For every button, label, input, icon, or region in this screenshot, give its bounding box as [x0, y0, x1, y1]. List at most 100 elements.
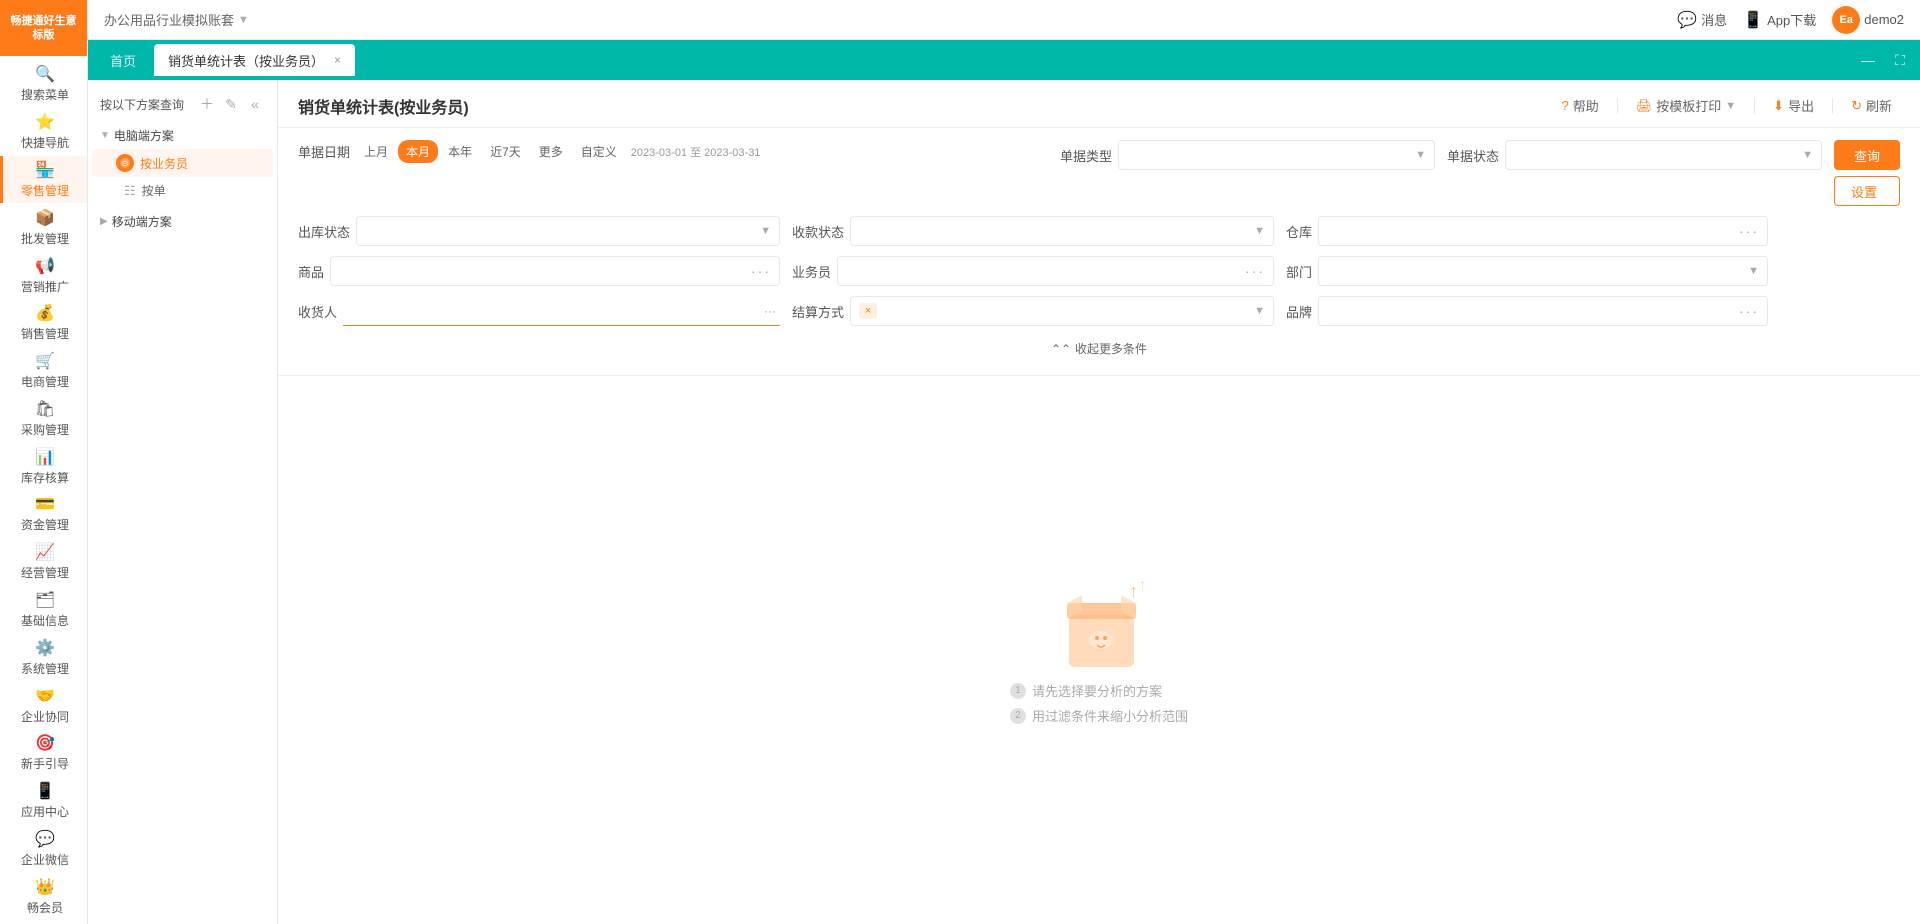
export-btn[interactable]: ⬇ 导出	[1765, 92, 1822, 119]
finance-icon: 💳	[35, 494, 55, 514]
settle-clear-icon: ×	[865, 305, 871, 317]
collapse-panel-btn[interactable]: «	[245, 94, 265, 114]
sidebar-shortcut-label: 快捷导航	[21, 134, 69, 151]
sidebar-item-appcenter[interactable]: 📱 应用中心	[0, 777, 87, 825]
help-label: 帮助	[1573, 96, 1599, 115]
doc-type-select[interactable]: ▼	[1118, 140, 1435, 170]
pc-group-label: 电脑端方案	[114, 127, 174, 144]
sidebar-item-sales[interactable]: 💰 销售管理	[0, 299, 87, 347]
tree-item-by-order[interactable]: ☷ 按单	[92, 177, 273, 204]
home-tab[interactable]: 首页	[96, 44, 150, 76]
sidebar-basic-label: 基础信息	[21, 612, 69, 629]
sidebar-item-operation[interactable]: 📈 经营管理	[0, 538, 87, 586]
sidebar-item-enterprise[interactable]: 🤝 企业协同	[0, 681, 87, 729]
max-icon: ⛶	[1895, 52, 1905, 69]
sidebar: 畅捷通好生意 标版 🔍 搜索菜单 ⭐ 快捷导航 🏪 零售管理 📦 批发管理 📢 …	[0, 0, 88, 924]
marketing-icon: 📢	[35, 256, 55, 276]
sidebar-item-search[interactable]: 🔍 搜索菜单	[0, 60, 87, 108]
last7-btn[interactable]: 近7天	[482, 140, 529, 163]
print-btn[interactable]: 🖨 按模板打印 ▼	[1628, 92, 1744, 119]
print-arrow-icon: ▼	[1725, 100, 1736, 112]
settle-select[interactable]: × ▼	[850, 296, 1274, 326]
set-btn[interactable]: 设置	[1834, 176, 1900, 206]
order-scheme-icon: ☷	[124, 183, 136, 199]
brand-select[interactable]: ···	[1318, 296, 1768, 326]
pc-group-header[interactable]: ▼ 电脑端方案	[92, 122, 273, 149]
receive-status-select[interactable]: ▼	[850, 216, 1274, 246]
consignee-dots-icon: ···	[764, 304, 776, 318]
sidebar-item-system[interactable]: ⚙️ 系统管理	[0, 633, 87, 681]
doc-status-select[interactable]: ▼	[1505, 140, 1822, 170]
breadcrumb-dropdown[interactable]: 办公用品行业模拟账套 ▼	[104, 10, 249, 29]
sidebar-item-retail[interactable]: 🏪 零售管理	[0, 156, 87, 204]
sidebar-item-newuser[interactable]: 🎯 新手引导	[0, 729, 87, 777]
salesperson-scheme-label: 按业务员	[140, 155, 188, 172]
add-scheme-btn[interactable]: ＋	[197, 94, 217, 114]
doc-status-label: 单据状态	[1447, 146, 1499, 165]
ecommerce-icon: 🛒	[35, 351, 55, 371]
brand-label: 品牌	[1286, 302, 1312, 321]
msg-btn[interactable]: 💬 消息	[1677, 10, 1727, 30]
close-tab-btn[interactable]: ×	[334, 53, 341, 67]
edit-scheme-btn[interactable]: ✎	[221, 94, 241, 114]
warehouse-select[interactable]: ···	[1318, 216, 1768, 246]
app-download-btn[interactable]: 📱 App下载	[1743, 10, 1816, 30]
min-window-btn[interactable]: —	[1856, 48, 1880, 72]
more-date-btn[interactable]: 更多	[531, 140, 571, 163]
main-area: 办公用品行业模拟账套 ▼ 💬 消息 📱 App下载 Ea demo2 首页 销货…	[88, 0, 1920, 924]
tree-item-by-salesperson[interactable]: ⊙ 按业务员	[92, 149, 273, 177]
svg-text:↑: ↑	[1129, 581, 1138, 601]
this-month-btn[interactable]: 本月	[398, 140, 438, 163]
mobile-group[interactable]: ▶ 移动端方案	[92, 208, 273, 235]
refresh-btn[interactable]: ↻ 刷新	[1843, 92, 1900, 119]
sidebar-item-shortcut[interactable]: ⭐ 快捷导航	[0, 108, 87, 156]
sidebar-inventory-label: 库存核算	[21, 469, 69, 486]
toolbar-divider-1	[1617, 98, 1618, 114]
sidebar-item-wholesale[interactable]: 📦 批发管理	[0, 203, 87, 251]
page-title-bar: 销货单统计表(按业务员) ? 帮助 🖨 按模板打印 ▼ ⬇	[278, 80, 1920, 128]
consignee-input[interactable]: ···	[343, 296, 780, 326]
sidebar-item-ecommerce[interactable]: 🛒 电商管理	[0, 347, 87, 395]
collapse-filter-btn[interactable]: ⌃⌃ 收起更多条件	[298, 334, 1900, 363]
this-year-btn[interactable]: 本年	[440, 140, 480, 163]
print-icon: 🖨	[1636, 98, 1653, 114]
dept-select[interactable]: ▼	[1318, 256, 1768, 286]
svg-text:↑: ↑	[1139, 576, 1146, 592]
sidebar-menu: 🔍 搜索菜单 ⭐ 快捷导航 🏪 零售管理 📦 批发管理 📢 营销推广 💰 销售管…	[0, 56, 87, 924]
out-status-select[interactable]: ▼	[356, 216, 780, 246]
empty-illustration: ↑ ↑	[1049, 575, 1149, 665]
salesperson-select[interactable]: ···	[837, 256, 1274, 286]
settle-clear-tag[interactable]: ×	[859, 303, 877, 319]
user-profile-btn[interactable]: Ea demo2	[1832, 6, 1904, 34]
top-header: 办公用品行业模拟账套 ▼ 💬 消息 📱 App下载 Ea demo2	[88, 0, 1920, 40]
system-icon: ⚙️	[35, 638, 55, 658]
query-btn[interactable]: 查询	[1834, 140, 1900, 170]
export-icon: ⬇	[1773, 98, 1784, 114]
last-month-btn[interactable]: 上月	[356, 140, 396, 163]
collapse-label: 收起更多条件	[1075, 340, 1147, 357]
sidebar-item-purchase[interactable]: 🛍 采购管理	[0, 394, 87, 442]
sidebar-item-finance[interactable]: 💳 资金管理	[0, 490, 87, 538]
active-tab[interactable]: 销货单统计表（按业务员） ×	[154, 44, 355, 76]
sidebar-item-marketing[interactable]: 📢 营销推广	[0, 251, 87, 299]
help-btn[interactable]: ? 帮助	[1553, 92, 1606, 119]
empty-tip-2: 2 用过滤条件来缩小分析范围	[1010, 706, 1188, 725]
home-tab-label: 首页	[110, 51, 136, 70]
sidebar-item-wechat[interactable]: 💬 企业微信	[0, 825, 87, 873]
panel-actions: ＋ ✎ «	[197, 94, 265, 114]
sidebar-item-member[interactable]: 👑 畅会员	[0, 872, 87, 920]
date-range-text: 2023-03-01 至 2023-03-31	[631, 144, 761, 160]
basic-icon: 🗂	[35, 590, 55, 610]
tip-num-1: 1	[1010, 683, 1026, 699]
goods-select[interactable]: ···	[330, 256, 780, 286]
sidebar-item-basic[interactable]: 🗂 基础信息	[0, 586, 87, 634]
custom-date-btn[interactable]: 自定义	[573, 140, 625, 163]
sidebar-wechat-label: 企业微信	[21, 851, 69, 868]
sidebar-purchase-label: 采购管理	[21, 421, 69, 438]
max-window-btn[interactable]: ⛶	[1888, 48, 1912, 72]
logo-subtext: 标版	[33, 28, 55, 42]
sidebar-item-inventory[interactable]: 📊 库存核算	[0, 442, 87, 490]
dept-arrow-icon: ▼	[1748, 265, 1759, 277]
page-toolbar: ? 帮助 🖨 按模板打印 ▼ ⬇ 导出	[1553, 92, 1900, 119]
avatar: Ea	[1832, 6, 1860, 34]
